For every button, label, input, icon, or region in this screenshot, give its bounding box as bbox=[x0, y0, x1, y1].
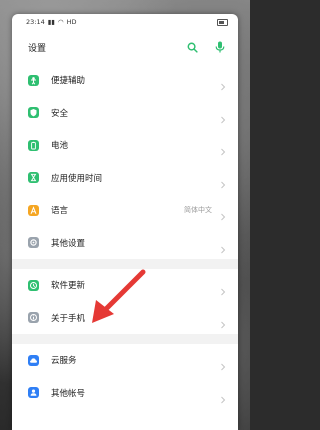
settings-item[interactable]: 关于手机 bbox=[12, 302, 238, 335]
settings-item[interactable]: 应用使用时间 bbox=[12, 162, 238, 195]
settings-item-label: 语言 bbox=[51, 206, 69, 217]
settings-item-label: 其他设置 bbox=[51, 238, 86, 249]
chevron-right-icon bbox=[220, 206, 226, 221]
chevron-right-icon bbox=[220, 239, 226, 254]
settings-item-label: 电池 bbox=[51, 141, 69, 152]
cloud-icon bbox=[28, 354, 39, 366]
gear-icon bbox=[28, 237, 39, 249]
settings-item-label: 安全 bbox=[51, 108, 69, 119]
wifi-icon: ◠ bbox=[57, 18, 64, 26]
status-bar: 23:14 ▮▮ ◠ HD bbox=[12, 14, 238, 30]
settings-group: 便捷辅助安全电池应用使用时间 语言 简体中文其他设置 bbox=[12, 64, 238, 259]
chevron-right-icon bbox=[220, 174, 226, 189]
chevron-right-icon bbox=[220, 76, 226, 91]
accessibility-icon bbox=[28, 74, 39, 86]
header-bar: 设置 bbox=[12, 30, 238, 64]
chevron-right-icon bbox=[220, 141, 226, 156]
settings-group: 软件更新 关于手机 bbox=[12, 269, 238, 334]
settings-item[interactable]: 语言 简体中文 bbox=[12, 194, 238, 227]
battery-icon bbox=[28, 139, 39, 151]
settings-item[interactable]: 便捷辅助 bbox=[12, 64, 238, 97]
settings-item-label: 云服务 bbox=[51, 356, 77, 367]
battery-status-icon bbox=[217, 18, 228, 26]
shield-icon bbox=[28, 107, 39, 119]
settings-item[interactable]: 其他设置 bbox=[12, 227, 238, 260]
page-title: 设置 bbox=[28, 43, 47, 54]
status-network: HD bbox=[66, 18, 77, 26]
settings-item-label: 便捷辅助 bbox=[51, 76, 86, 87]
settings-item-label: 关于手机 bbox=[51, 313, 86, 324]
group-divider bbox=[12, 259, 238, 269]
settings-item[interactable]: 安全 bbox=[12, 97, 238, 130]
settings-item-label: 应用使用时间 bbox=[51, 173, 103, 184]
settings-item-value: 简体中文 bbox=[184, 206, 212, 215]
account-icon bbox=[28, 387, 39, 399]
settings-item-label: 其他帐号 bbox=[51, 388, 86, 399]
search-icon[interactable] bbox=[186, 41, 198, 53]
microphone-icon[interactable] bbox=[214, 41, 226, 53]
signal-icon: ▮▮ bbox=[47, 18, 55, 26]
update-icon bbox=[28, 279, 39, 291]
language-icon bbox=[28, 204, 39, 216]
group-divider bbox=[12, 334, 238, 344]
status-time: 23:14 bbox=[26, 18, 45, 26]
settings-list: 便捷辅助安全电池应用使用时间 语言 简体中文其他设置软件更新关于手机云服务其他帐号 bbox=[12, 64, 238, 409]
chevron-right-icon bbox=[220, 314, 226, 329]
settings-item[interactable]: 云服务 bbox=[12, 344, 238, 377]
settings-screen: 23:14 ▮▮ ◠ HD 设置 便捷辅助 安全 电池应用使用时间 语言 简体中… bbox=[12, 14, 238, 430]
chevron-right-icon bbox=[220, 281, 226, 296]
hourglass-icon bbox=[28, 172, 39, 184]
info-icon bbox=[28, 312, 39, 324]
settings-item[interactable]: 其他帐号 bbox=[12, 377, 238, 410]
chevron-right-icon bbox=[220, 109, 226, 124]
chevron-right-icon bbox=[220, 356, 226, 371]
settings-item-label: 软件更新 bbox=[51, 281, 86, 292]
settings-item[interactable]: 电池 bbox=[12, 129, 238, 162]
chevron-right-icon bbox=[220, 389, 226, 404]
settings-group: 云服务 其他帐号 bbox=[12, 344, 238, 409]
settings-item[interactable]: 软件更新 bbox=[12, 269, 238, 302]
